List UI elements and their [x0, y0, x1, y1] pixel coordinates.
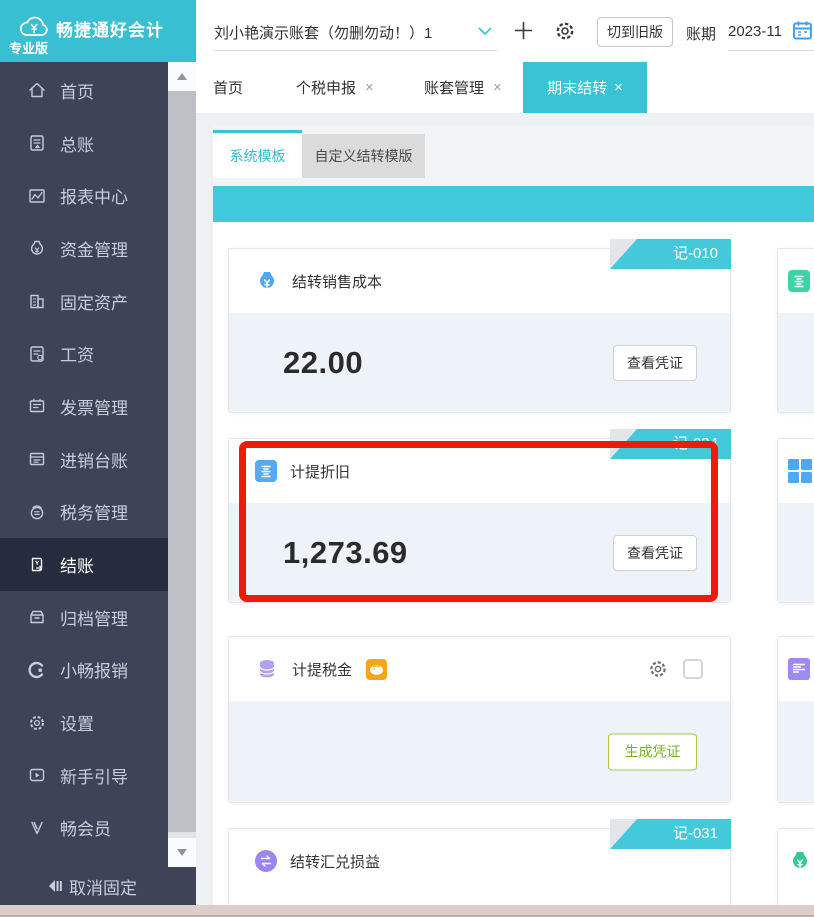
period-value[interactable]: 2023-11: [728, 23, 782, 40]
card-right-2: [777, 438, 814, 603]
gear-icon[interactable]: [553, 19, 577, 43]
grid-blue-icon: [788, 459, 812, 483]
scroll-up-button[interactable]: [168, 62, 196, 91]
card-amount: 22.00: [283, 344, 364, 380]
top-header: 畅捷通好会计 专业版 刘小艳演示账套（勿删勿动！）1 切到旧版 账期 2023-…: [0, 0, 814, 62]
tab-account-set[interactable]: 账套管理 ×: [424, 62, 502, 113]
sidebar-item-guide[interactable]: 新手引导: [0, 749, 168, 802]
card-right-4: [777, 828, 814, 905]
calendar-icon[interactable]: [791, 19, 814, 42]
sidebar-item-archive[interactable]: 归档管理: [0, 591, 168, 644]
list-green-icon: [788, 270, 810, 292]
tax-icon: [30, 505, 44, 520]
archive-icon: [30, 611, 44, 624]
sidebar-item-daybook[interactable]: 进销台账: [0, 433, 168, 486]
card-checkbox[interactable]: [683, 659, 703, 679]
close-icon[interactable]: ×: [493, 79, 502, 96]
member-icon: [31, 821, 43, 835]
sidebar-item-salary[interactable]: 工资: [0, 327, 168, 380]
card-title: 结转销售成本: [292, 273, 383, 291]
sidebar-item-fixed-assets[interactable]: 固定资产: [0, 275, 168, 328]
period-underline: [728, 50, 814, 51]
card-title: 计提税金: [292, 661, 353, 679]
gear-icon[interactable]: [647, 658, 669, 680]
invoice-icon: [29, 399, 45, 413]
triangle-up-icon: [177, 73, 187, 80]
brand-edition: 专业版: [9, 41, 49, 56]
chevron-down-icon[interactable]: [477, 26, 493, 36]
period-label: 账期: [686, 26, 717, 43]
teal-toolbar: [213, 186, 814, 222]
brand-name: 畅捷通好会计: [56, 21, 164, 40]
tax-orange-badge-icon: [366, 658, 388, 680]
close-icon[interactable]: ×: [614, 79, 623, 96]
scroll-down-button[interactable]: [168, 838, 196, 867]
sidebar-item-settings[interactable]: 设置: [0, 696, 168, 749]
tab-personal-tax[interactable]: 个税申报 ×: [296, 62, 374, 113]
voucher-badge: 记-031: [610, 819, 731, 849]
sidebar-item-general-ledger[interactable]: 总账: [0, 117, 168, 170]
switch-to-old-version-button[interactable]: 切到旧版: [597, 17, 673, 47]
card-carryover-sales-cost: 记-010 结转销售成本 22.00 查看凭证: [228, 239, 731, 413]
moneybag-icon: [30, 241, 44, 256]
voucher-badge: 记-010: [610, 239, 731, 269]
sidebar: 首页 总账 报表中心 资金管理 固定资产 工资 发票管理 进销台账 税务管理 结…: [0, 62, 196, 905]
tab-home[interactable]: 首页: [213, 62, 243, 113]
home-icon: [29, 83, 45, 98]
card-exchange-gain-loss: 记-031 结转汇兑损益: [228, 819, 731, 905]
card-tax-accrual: 计提税金 生成凭证: [228, 636, 731, 803]
plus-icon[interactable]: [513, 20, 534, 41]
scrollbar-thumb[interactable]: [168, 91, 196, 832]
generate-voucher-button[interactable]: 生成凭证: [608, 733, 697, 770]
sidebar-menu: 首页 总账 报表中心 资金管理 固定资产 工资 发票管理 进销台账 税务管理 结…: [0, 62, 168, 854]
account-selector[interactable]: 刘小艳演示账套（勿删勿动！）1: [214, 22, 432, 43]
gear-icon: [30, 715, 44, 730]
report-icon: [29, 189, 45, 203]
guide-icon: [29, 769, 45, 782]
list-purple-icon: [788, 658, 810, 680]
card-right-1: [777, 248, 814, 413]
brand-logo: 畅捷通好会计 专业版: [0, 0, 196, 62]
subtab-system-template[interactable]: 系统模板: [213, 130, 302, 178]
close-icon[interactable]: ×: [365, 79, 374, 96]
collapse-icon: [49, 880, 62, 892]
sidebar-item-invoice[interactable]: 发票管理: [0, 380, 168, 433]
sidebar-item-reimburse[interactable]: 小畅报销: [0, 644, 168, 697]
view-voucher-button[interactable]: 查看凭证: [613, 344, 697, 381]
tab-bar: 首页 个税申报 × 账套管理 × 期末结转 ×: [196, 62, 814, 113]
sidebar-item-member[interactable]: 畅会员: [0, 802, 168, 855]
sidebar-item-tax[interactable]: 税务管理: [0, 486, 168, 539]
account-underline: [214, 50, 497, 51]
subtab-custom-template[interactable]: 自定义结转模版: [302, 134, 425, 178]
card-right-3: [777, 636, 814, 803]
sidebar-scrollbar[interactable]: [168, 62, 196, 867]
sidebar-item-report-center[interactable]: 报表中心: [0, 169, 168, 222]
card-title: 结转汇兑损益: [290, 853, 381, 871]
closing-icon: [31, 557, 43, 571]
moneybag-green-icon: [793, 852, 807, 868]
highlight-annotation-box: [239, 441, 718, 602]
tax-coins-icon: [259, 660, 275, 679]
exchange-icon: [255, 850, 277, 872]
salary-icon: [30, 346, 44, 362]
sidebar-footer-unpin[interactable]: 取消固定: [0, 867, 196, 905]
sidebar-item-funds[interactable]: 资金管理: [0, 222, 168, 275]
sidebar-item-home[interactable]: 首页: [0, 64, 168, 117]
sidebar-item-closing[interactable]: 结账: [0, 538, 168, 591]
bottom-edge-strip: [0, 905, 814, 917]
tab-period-closing[interactable]: 期末结转 ×: [523, 62, 647, 113]
ledger-icon: [30, 135, 44, 151]
daybook-icon: [29, 452, 45, 466]
building-icon: [30, 294, 44, 309]
triangle-down-icon: [177, 849, 187, 856]
reimburse-icon: [28, 661, 44, 679]
moneybag-blue-icon: [260, 272, 274, 288]
